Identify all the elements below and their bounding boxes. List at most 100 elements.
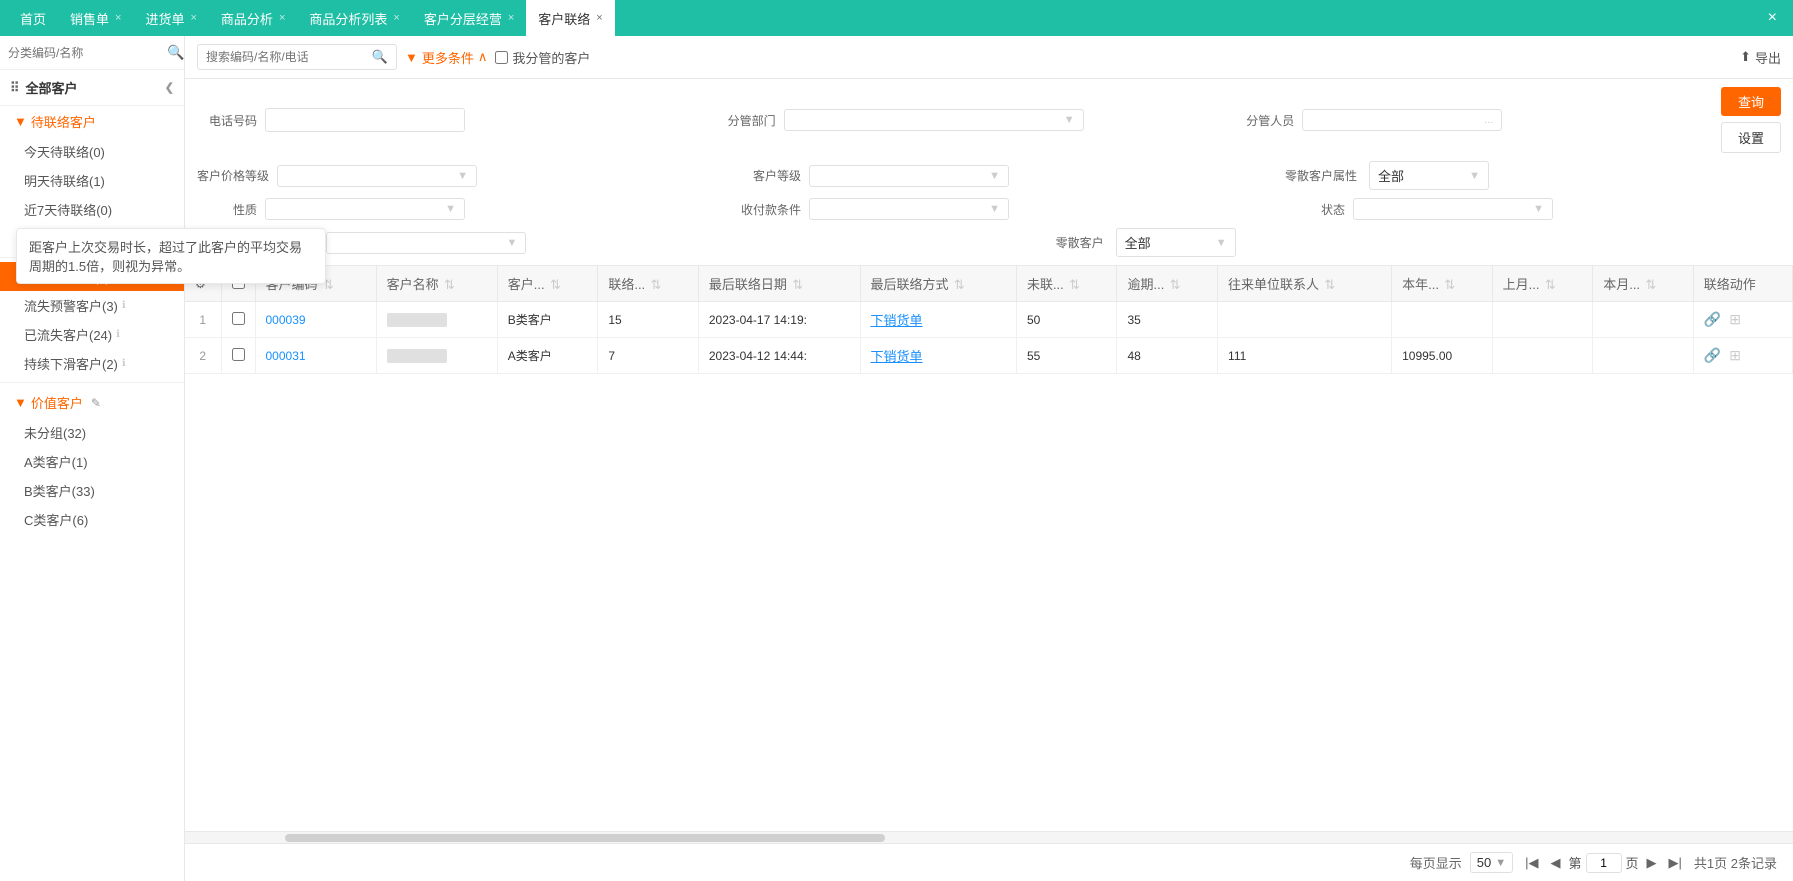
query-button[interactable]: 查询 [1721,87,1781,116]
phone-input[interactable] [265,108,465,132]
search-box[interactable]: 🔍 [197,44,397,70]
th-this-month[interactable]: 本月... ⇅ [1593,266,1694,302]
total-records: 共1页 2条记录 [1694,853,1777,872]
gender-label: 性质 [197,201,257,218]
nav-product-analysis-close[interactable]: × [279,12,285,24]
sidebar-c-class[interactable]: C类客户(6) [0,505,184,534]
gender-field: 性质 ▼ [197,198,693,220]
sidebar-tomorrow-pending[interactable]: 明天待联络(1) [0,166,184,195]
per-page-select[interactable]: 50 ▼ [1470,852,1513,873]
row-2-check[interactable] [232,348,245,361]
th-overdue[interactable]: 逾期... ⇅ [1117,266,1218,302]
gender-select[interactable]: ▼ [265,198,465,220]
main-layout: 🔍 ⠿ 全部客户 ❮ ▼ 待联络客户 今天待联络(0) 明天待联络(1) 近7天… [0,36,1793,881]
nav-product-list[interactable]: 商品分析列表 × [297,0,411,36]
row-1-way-link[interactable]: 下销货单 [871,313,923,328]
nav-sales-close[interactable]: × [115,12,121,24]
dept-select[interactable]: ▼ [784,109,1084,131]
th-unreached[interactable]: 未联... ⇅ [1016,266,1117,302]
payment-select[interactable]: ▼ [809,198,1009,220]
th-unit-contact[interactable]: 往来单位联系人 ⇅ [1218,266,1392,302]
th-level[interactable]: 客户... ⇅ [497,266,598,302]
cust-type-field: 客户类型 ▼ [258,232,995,254]
sidebar-churn-warning[interactable]: 流失预警客户(3) ℹ [0,291,184,320]
last-page-btn[interactable]: ▶| [1665,853,1686,873]
row-2-action-grid[interactable]: ⊞ [1729,347,1741,364]
page-input[interactable] [1586,853,1622,873]
sidebar-ungroup[interactable]: 未分组(32) [0,418,184,447]
nav-customer-contact[interactable]: 客户联络 × [526,0,614,36]
th-last-month[interactable]: 上月... ⇅ [1492,266,1593,302]
cust-type-select[interactable]: ▼ [326,232,526,254]
row-1-checkbox[interactable] [221,302,255,338]
status-select[interactable]: ▼ [1353,198,1553,220]
th-this-year[interactable]: 本年... ⇅ [1392,266,1493,302]
horizontal-scrollbar[interactable] [185,831,1793,843]
nav-purchase[interactable]: 进货单 × [133,0,208,36]
nav-product-analysis[interactable]: 商品分析 × [209,0,297,36]
cust-level-select[interactable]: ▼ [809,165,1009,187]
table-row: 1 000039 B类客户 15 2023-04-17 14:19: 下销货单 [185,302,1793,338]
sidebar-b-class[interactable]: B类客户(33) [0,476,184,505]
row-2-checkbox[interactable] [221,338,255,374]
window-close-button[interactable]: × [1760,9,1785,27]
my-customer-check-input[interactable] [495,51,508,64]
sidebar-today-pending[interactable]: 今天待联络(0) [0,137,184,166]
prev-page-btn[interactable]: ◀ [1547,853,1565,873]
row-1-action-grid[interactable]: ⊞ [1729,311,1741,328]
first-page-btn[interactable]: |◀ [1521,853,1542,873]
my-customer-checkbox[interactable]: 我分管的客户 [495,48,590,67]
row-2-code[interactable]: 000031 [255,338,376,374]
info-icon-churn: ℹ [122,300,126,311]
person-select[interactable]: ... [1302,109,1502,131]
nav-product-list-close[interactable]: × [393,12,399,24]
th-last-date[interactable]: 最后联络日期 ⇅ [698,266,860,302]
nav-sales-label: 销售单 [70,9,109,28]
row-1-check[interactable] [232,312,245,325]
edit-icon[interactable]: ✎ [91,396,101,410]
nav-customer-tier[interactable]: 客户分层经营 × [412,0,526,36]
sidebar-churned[interactable]: 已流失客户(24) ℹ [0,320,184,349]
export-button[interactable]: ⬆ 导出 [1740,48,1781,67]
sidebar-group-pending[interactable]: ▼ 待联络客户 [0,106,184,137]
payment-arrow: ▼ [989,203,1000,215]
more-conditions-btn[interactable]: ▼ 更多条件 ∧ [405,48,487,67]
row-2-action-link[interactable]: 🔗 [1704,347,1721,364]
next-page-btn[interactable]: ▶ [1643,853,1661,873]
sort-name: ⇅ [444,277,455,292]
row-2-unreached: 55 [1016,338,1117,374]
sidebar-value-group[interactable]: ▼ 价值客户 ✎ [0,387,184,418]
th-last-way[interactable]: 最后联络方式 ⇅ [860,266,1016,302]
price-level-arrow: ▼ [457,170,468,182]
nav-customer-tier-close[interactable]: × [508,12,514,24]
sidebar-a-class[interactable]: A类客户(1) [0,447,184,476]
row-1-code[interactable]: 000039 [255,302,376,338]
retail-attr-select[interactable]: 全部 ▼ [1369,161,1489,190]
sidebar-search-input[interactable] [8,46,163,60]
sidebar-declining[interactable]: 持续下滑客户(2) ℹ [0,349,184,378]
dept-field: 分管部门 ▼ [716,109,1187,131]
info-icon-churned: ℹ [116,329,120,340]
price-level-select[interactable]: ▼ [277,165,477,187]
row-2-last-way[interactable]: 下销货单 [860,338,1016,374]
row-1-last-way[interactable]: 下销货单 [860,302,1016,338]
nav-customer-contact-close[interactable]: × [596,12,602,24]
retail-cust-select[interactable]: 全部 ▼ [1116,228,1236,257]
filter-panel: 电话号码 分管部门 ▼ 分管人员 ... [185,79,1793,266]
settings-button[interactable]: 设置 [1721,122,1781,153]
row-2-way-link[interactable]: 下销货单 [871,349,923,364]
row-2-last-date: 2023-04-12 14:44: [698,338,860,374]
nav-sales[interactable]: 销售单 × [58,0,133,36]
nav-purchase-close[interactable]: × [190,12,196,24]
nav-customer-contact-label: 客户联络 [538,9,590,28]
main-search-input[interactable] [206,50,372,64]
nav-home[interactable]: 首页 [8,0,58,36]
row-1-action-link[interactable]: 🔗 [1704,311,1721,328]
th-contact[interactable]: 联络... ⇅ [598,266,699,302]
sidebar-7day-pending[interactable]: 近7天待联络(0) [0,195,184,224]
retail-cust-label: 零散客户 [1044,234,1104,251]
table-container[interactable]: ⚙ 客户编码 ⇅ 客户名称 ⇅ 客户... [185,266,1793,831]
sidebar-all-customers[interactable]: ⠿ 全部客户 ❮ [0,70,184,106]
th-name[interactable]: 客户名称 ⇅ [376,266,497,302]
sidebar-search-box[interactable]: 🔍 [0,36,184,70]
